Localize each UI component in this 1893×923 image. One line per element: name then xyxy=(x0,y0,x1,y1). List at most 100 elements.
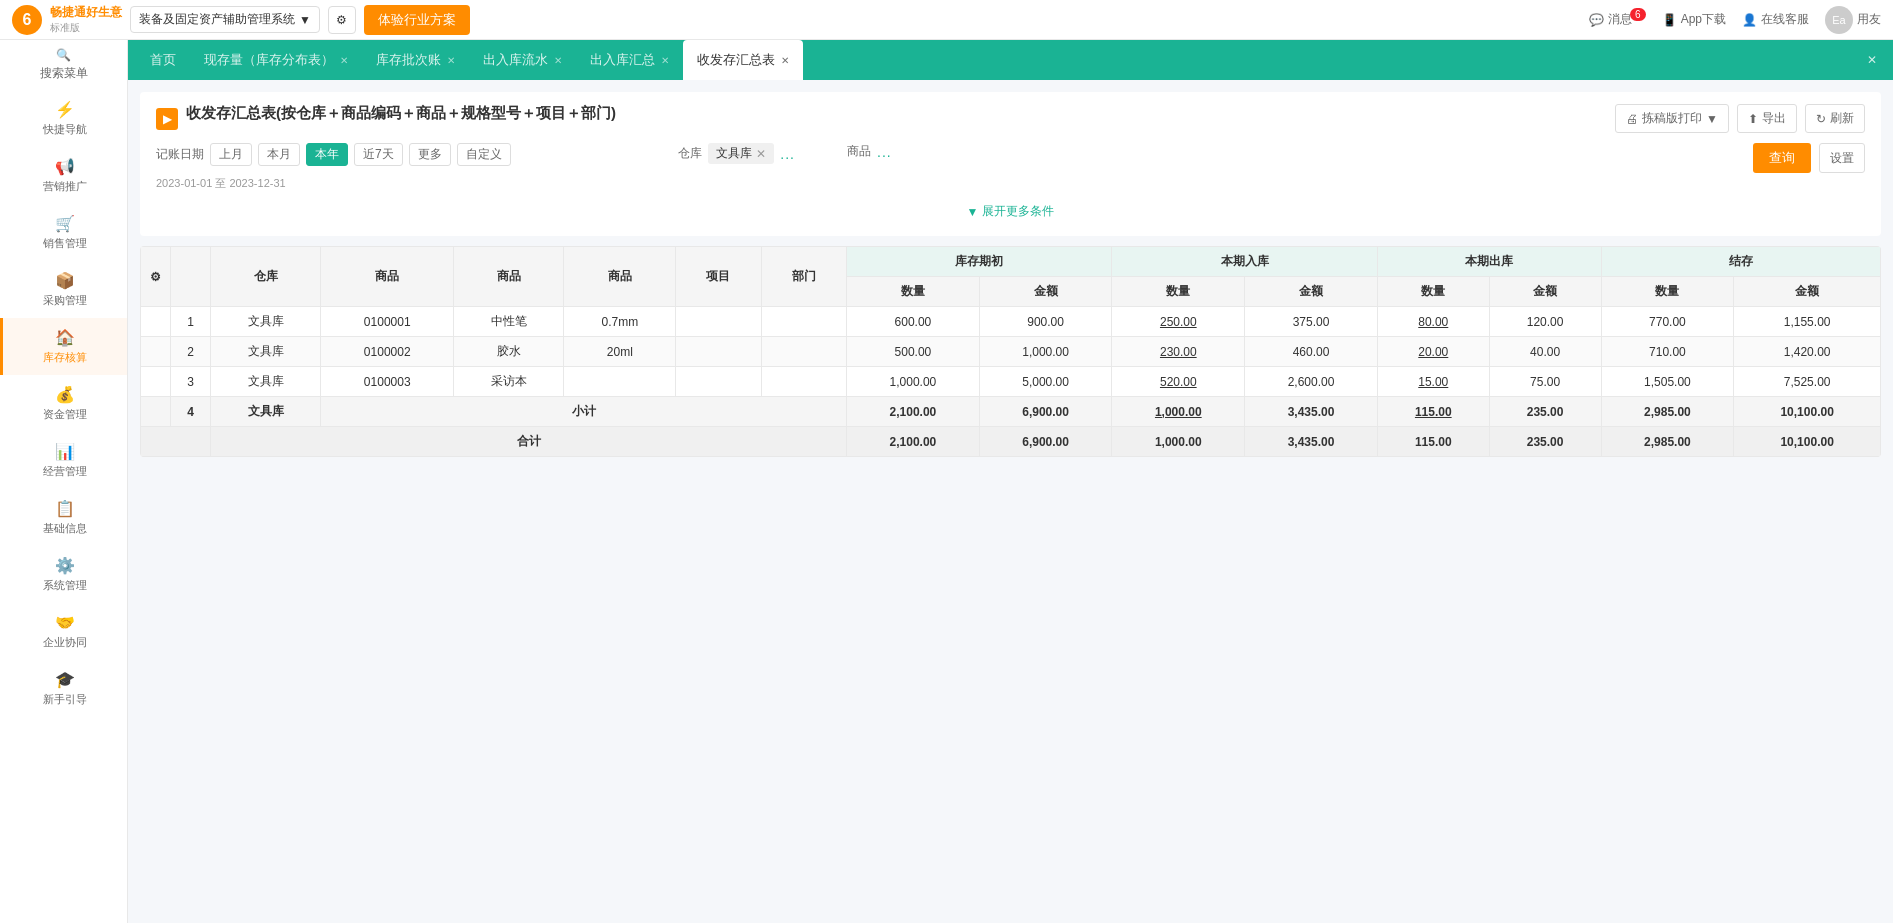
tab-batch-label: 库存批次账 xyxy=(376,51,441,69)
date-btn-this-month[interactable]: 本月 xyxy=(258,143,300,166)
sidebar-item-quicknav[interactable]: ⚡ 快捷导航 xyxy=(0,90,127,147)
sidebar-item-system[interactable]: ⚙️ 系统管理 xyxy=(0,546,127,603)
top-bar-right: 💬 消息 6 📱 App下载 👤 在线客服 Ea 用友 xyxy=(1589,6,1881,34)
sidebar-item-guide[interactable]: 🎓 新手引导 xyxy=(0,660,127,717)
subtotal-row: 4 文具库 小计 2,100.00 6,900.00 1,000.00 3,43… xyxy=(141,397,1881,427)
message-btn[interactable]: 💬 消息 6 xyxy=(1589,11,1646,28)
sidebar-item-inventory[interactable]: 🏠 库存核算 xyxy=(0,318,127,375)
goods-ellipsis[interactable]: ... xyxy=(877,144,892,160)
sidebar-item-marketing[interactable]: 📢 营销推广 xyxy=(0,147,127,204)
quicknav-icon: ⚡ xyxy=(55,100,75,119)
table-row: 1 文具库 0100001 中性笔 0.7mm 600.00 900.00 25… xyxy=(141,307,1881,337)
sidebar-item-operation[interactable]: 📊 经营管理 xyxy=(0,432,127,489)
sidebar-marketing-label: 营销推广 xyxy=(43,179,87,194)
sidebar-item-basic[interactable]: 📋 基础信息 xyxy=(0,489,127,546)
tab-inout-flow-close[interactable]: ✕ xyxy=(554,55,562,66)
tab-inout-flow-label: 出入库流水 xyxy=(483,51,548,69)
expand-icon: ▼ xyxy=(967,205,979,219)
app-download-btn[interactable]: 📱 App下载 xyxy=(1662,11,1726,28)
row-balance-amt: 1,155.00 xyxy=(1734,307,1881,337)
date-btn-this-year[interactable]: 本年 xyxy=(306,143,348,166)
row-in-amt: 2,600.00 xyxy=(1245,367,1378,397)
tab-stock-dist[interactable]: 现存量（库存分布表） ✕ xyxy=(190,40,362,80)
row-out-qty: 15.00 xyxy=(1377,367,1489,397)
print-icon: 🖨 xyxy=(1626,112,1638,126)
tab-inout-sum-close[interactable]: ✕ xyxy=(661,55,669,66)
row-opening-qty: 600.00 xyxy=(847,307,980,337)
row-project xyxy=(676,367,761,397)
row-out-amt: 40.00 xyxy=(1489,337,1601,367)
total-row: 合计 2,100.00 6,900.00 1,000.00 3,435.00 1… xyxy=(141,427,1881,457)
app-container: 6 畅捷通好生意 标准版 装备及固定资产辅助管理系统 ▼ ⚙ 体验行业方案 💬 … xyxy=(0,0,1893,923)
sidebar-item-sales[interactable]: 🛒 销售管理 xyxy=(0,204,127,261)
warehouse-filter-label: 仓库 xyxy=(678,145,702,162)
dropdown-icon: ▼ xyxy=(299,13,311,27)
tab-recv-sum-close[interactable]: ✕ xyxy=(781,55,789,66)
refresh-icon: ↻ xyxy=(1816,112,1826,126)
page-header: ▶ 收发存汇总表(按仓库＋商品编码＋商品＋规格型号＋项目＋部门) 🖨 拣稿版打印… xyxy=(140,92,1881,236)
sidebar-item-finance[interactable]: 💰 资金管理 xyxy=(0,375,127,432)
main-area: 🔍 搜索菜单 ⚡ 快捷导航 📢 营销推广 🛒 销售管理 📦 采购管理 🏠 xyxy=(0,40,1893,923)
sidebar-search[interactable]: 🔍 搜索菜单 xyxy=(0,40,127,90)
sales-icon: 🛒 xyxy=(55,214,75,233)
row-num: 1 xyxy=(171,307,211,337)
export-btn[interactable]: ⬆ 导出 xyxy=(1737,104,1797,133)
subtotal-label: 小计 xyxy=(321,397,847,427)
subtotal-out-qty: 115.00 xyxy=(1377,397,1489,427)
row-department xyxy=(761,337,846,367)
experience-btn[interactable]: 体验行业方案 xyxy=(364,5,470,35)
row-in-amt: 375.00 xyxy=(1245,307,1378,337)
tab-home[interactable]: 首页 xyxy=(136,40,190,80)
date-buttons: 上月 本月 本年 近7天 更多 自定义 xyxy=(210,143,511,166)
query-btn[interactable]: 查询 xyxy=(1753,143,1811,173)
th-product-name: 商品 xyxy=(454,247,564,307)
filter-arrow-btn[interactable]: ▶ xyxy=(156,108,178,130)
tab-inout-sum-label: 出入库汇总 xyxy=(590,51,655,69)
operation-icon: 📊 xyxy=(55,442,75,461)
table-settings-btn[interactable]: 设置 xyxy=(1819,143,1865,173)
refresh-btn[interactable]: ↻ 刷新 xyxy=(1805,104,1865,133)
total-out-amt: 235.00 xyxy=(1489,427,1601,457)
subtotal-in-amt: 3,435.00 xyxy=(1245,397,1378,427)
date-btn-7days[interactable]: 近7天 xyxy=(354,143,403,166)
total-opening-qty: 2,100.00 xyxy=(847,427,980,457)
date-btn-more[interactable]: 更多 xyxy=(409,143,451,166)
message-badge: 6 xyxy=(1630,8,1646,21)
user-btn[interactable]: Ea 用友 xyxy=(1825,6,1881,34)
row-in-qty: 230.00 xyxy=(1112,337,1245,367)
tab-stock-dist-close[interactable]: ✕ xyxy=(340,55,348,66)
online-service-btn[interactable]: 👤 在线客服 xyxy=(1742,11,1809,28)
print-btn[interactable]: 🖨 拣稿版打印 ▼ xyxy=(1615,104,1729,133)
warehouse-ellipsis[interactable]: ... xyxy=(780,146,795,162)
date-btn-custom[interactable]: 自定义 xyxy=(457,143,511,166)
subtotal-opening-amt: 6,900.00 xyxy=(979,397,1112,427)
tab-stock-dist-label: 现存量（库存分布表） xyxy=(204,51,334,69)
sidebar-guide-label: 新手引导 xyxy=(43,692,87,707)
th-out-amt: 金额 xyxy=(1489,277,1601,307)
tab-batch-close[interactable]: ✕ xyxy=(447,55,455,66)
tab-recv-sum[interactable]: 收发存汇总表 ✕ xyxy=(683,40,803,80)
expand-conditions-btn[interactable]: ▼ 展开更多条件 xyxy=(967,203,1055,220)
th-balance-amt: 金额 xyxy=(1734,277,1881,307)
date-btn-last-month[interactable]: 上月 xyxy=(210,143,252,166)
close-all-tabs[interactable]: ✕ xyxy=(1859,53,1885,67)
tab-inout-flow[interactable]: 出入库流水 ✕ xyxy=(469,40,576,80)
settings-icon[interactable]: ⚙ xyxy=(328,6,356,34)
app-name-block: 畅捷通好生意 标准版 xyxy=(50,5,122,34)
sidebar-inventory-label: 库存核算 xyxy=(43,350,87,365)
tab-inout-sum[interactable]: 出入库汇总 ✕ xyxy=(576,40,683,80)
warehouse-tag-close[interactable]: ✕ xyxy=(756,147,766,161)
subtotal-settings xyxy=(141,397,171,427)
print-dropdown-icon: ▼ xyxy=(1706,112,1718,126)
system-selector[interactable]: 装备及固定资产辅助管理系统 ▼ xyxy=(130,6,320,33)
top-bar: 6 畅捷通好生意 标准版 装备及固定资产辅助管理系统 ▼ ⚙ 体验行业方案 💬 … xyxy=(0,0,1893,40)
sidebar-purchase-label: 采购管理 xyxy=(43,293,87,308)
sidebar-item-enterprise[interactable]: 🤝 企业协同 xyxy=(0,603,127,660)
th-balance-qty: 数量 xyxy=(1601,277,1734,307)
sidebar-item-purchase[interactable]: 📦 采购管理 xyxy=(0,261,127,318)
tab-batch[interactable]: 库存批次账 ✕ xyxy=(362,40,469,80)
subtotal-balance-amt: 10,100.00 xyxy=(1734,397,1881,427)
th-project: 项目 xyxy=(676,247,761,307)
row-department xyxy=(761,367,846,397)
row-warehouse: 文具库 xyxy=(211,367,321,397)
